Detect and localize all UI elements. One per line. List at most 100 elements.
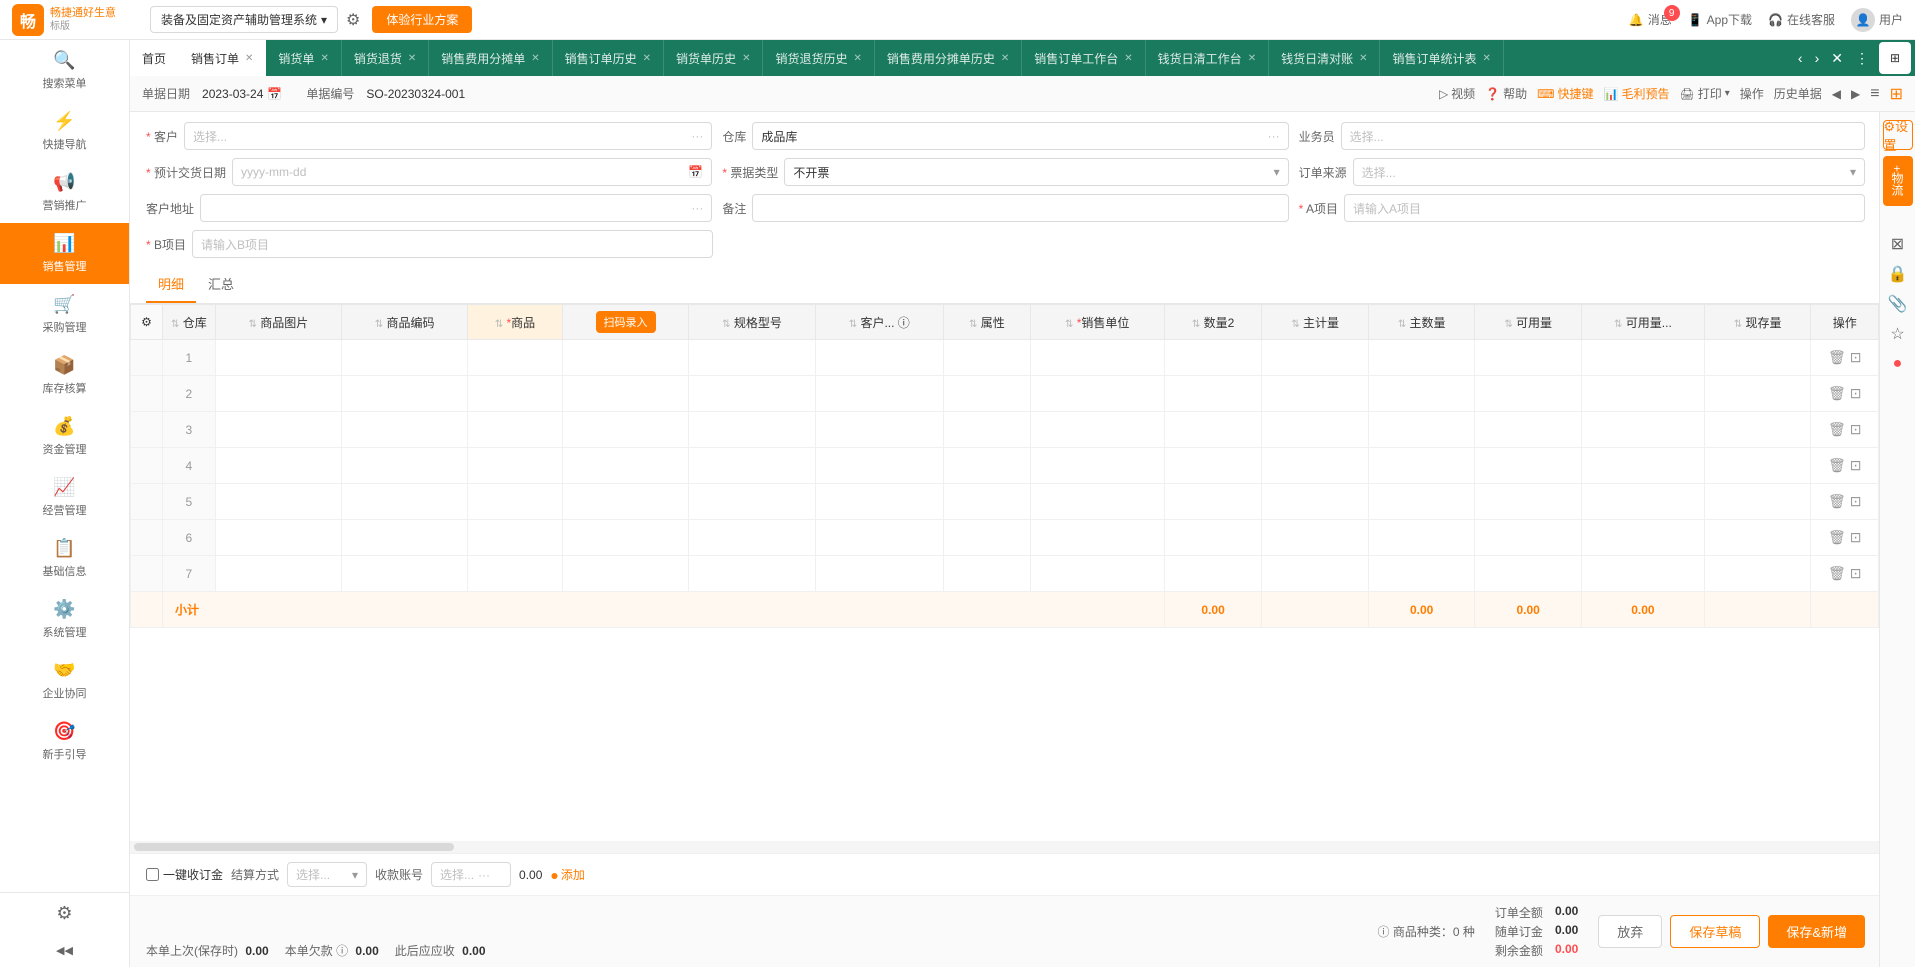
sidebar-item-资金管理[interactable]: 💰 资金管理 [0, 406, 129, 467]
cell-spec-6[interactable] [689, 520, 815, 556]
tab-close-2[interactable]: ✕ [320, 53, 328, 64]
warehouse-more-icon[interactable]: ··· [1268, 129, 1280, 143]
cell-unit-1[interactable] [1030, 340, 1164, 376]
tab-close-11[interactable]: ✕ [1359, 53, 1367, 64]
tab-close-1[interactable]: ✕ [245, 53, 253, 64]
sidebar-item-新手引导[interactable]: 🎯 新手引导 [0, 711, 129, 772]
cell-unit-7[interactable] [1030, 556, 1164, 592]
cell-goods-1[interactable] [562, 340, 689, 376]
cell-image-1[interactable] [341, 340, 467, 376]
discard-button[interactable]: 放弃 [1598, 915, 1662, 948]
cell-warehouse-1[interactable] [215, 340, 341, 376]
cell-available2-3[interactable] [1581, 412, 1704, 448]
cell-attr-6[interactable] [944, 520, 1031, 556]
tab-10[interactable]: 钱货日清工作台✕ [1146, 40, 1269, 76]
tab-2[interactable]: 销货单✕ [266, 40, 341, 76]
cell-goods-2[interactable] [562, 376, 689, 412]
cell-spec-2[interactable] [689, 376, 815, 412]
cell-image-2[interactable] [341, 376, 467, 412]
sidebar-item-搜索菜单[interactable]: 🔍 搜索菜单 [0, 40, 129, 101]
sidebar-item-采购管理[interactable]: 🛒 采购管理 [0, 284, 129, 345]
save-new-button[interactable]: 保存&新增 [1768, 915, 1865, 948]
cell-unit-5[interactable] [1030, 484, 1164, 520]
tab-next-btn[interactable]: › [1809, 50, 1826, 66]
user-area[interactable]: 👤 用户 [1851, 8, 1903, 32]
cell-qty2-6[interactable] [1164, 520, 1262, 556]
sidebar-item-企业协同[interactable]: 🤝 企业协同 [0, 650, 129, 711]
sidebar-item-系统管理[interactable]: ⚙️ 系统管理 [0, 589, 129, 650]
cell-warehouse-5[interactable] [215, 484, 341, 520]
sidebar-collapse-btn[interactable]: ◀◀ [0, 934, 129, 967]
cell-main-qty-6[interactable] [1368, 520, 1475, 556]
shortcut-link[interactable]: ⌨ 快捷键 [1537, 85, 1593, 102]
cell-available-7[interactable] [1475, 556, 1582, 592]
a-project-input[interactable]: 请输入A项目 [1344, 194, 1865, 222]
right-icon-2[interactable]: 🔒 [1886, 262, 1910, 286]
cell-code-3[interactable] [468, 412, 562, 448]
prev-btn[interactable]: ◀ [1832, 87, 1841, 101]
cell-main-unit-7[interactable] [1262, 556, 1369, 592]
address-more-icon[interactable]: ··· [691, 201, 703, 215]
tab-detail[interactable]: 明细 [146, 266, 196, 303]
tab-12[interactable]: 销售订单统计表✕ [1380, 40, 1503, 76]
cell-main-unit-6[interactable] [1262, 520, 1369, 556]
tab-close-12[interactable]: ✕ [1483, 53, 1491, 64]
grid-icon[interactable]: ⊞ [1890, 84, 1903, 104]
cell-goods-7[interactable] [562, 556, 689, 592]
cell-available2-5[interactable] [1581, 484, 1704, 520]
cell-available2-4[interactable] [1581, 448, 1704, 484]
tab-prev-btn[interactable]: ‹ [1792, 50, 1809, 66]
right-goods-btn[interactable]: +物流 [1883, 156, 1913, 206]
order-source-input[interactable]: 选择... ▾ [1353, 158, 1865, 186]
cell-main-unit-1[interactable] [1262, 340, 1369, 376]
checkout-select[interactable]: 选择... ▾ [287, 862, 367, 887]
cell-qty2-3[interactable] [1164, 412, 1262, 448]
cell-spec-7[interactable] [689, 556, 815, 592]
cell-main-qty-1[interactable] [1368, 340, 1475, 376]
cell-stock-5[interactable] [1704, 484, 1811, 520]
cell-stock-6[interactable] [1704, 520, 1811, 556]
address-input[interactable]: ··· [200, 194, 712, 222]
view-link[interactable]: ▷ 视频 [1439, 85, 1475, 102]
tab-close-btn[interactable]: ✕ [1825, 50, 1849, 67]
cell-image-6[interactable] [341, 520, 467, 556]
cell-warehouse-4[interactable] [215, 448, 341, 484]
cell-code-7[interactable] [468, 556, 562, 592]
right-settings-btn[interactable]: ⚙设置 [1883, 120, 1913, 150]
cell-available-2[interactable] [1475, 376, 1582, 412]
cell-customer-code-5[interactable] [815, 484, 943, 520]
help-link[interactable]: ❓ 帮助 [1485, 85, 1527, 102]
cell-available-1[interactable] [1475, 340, 1582, 376]
cell-available-3[interactable] [1475, 412, 1582, 448]
cell-code-2[interactable] [468, 376, 562, 412]
one-click-checkbox[interactable] [146, 868, 159, 881]
cell-qty2-4[interactable] [1164, 448, 1262, 484]
cell-image-4[interactable] [341, 448, 467, 484]
tab-close-4[interactable]: ✕ [531, 53, 539, 64]
print-link[interactable]: 🖨 打印 ▾ [1679, 85, 1729, 102]
tab-close-3[interactable]: ✕ [408, 53, 416, 64]
cell-stock-2[interactable] [1704, 376, 1811, 412]
tab-close-7[interactable]: ✕ [853, 53, 861, 64]
cell-goods-5[interactable] [562, 484, 689, 520]
account-more-icon[interactable]: ··· [478, 868, 490, 882]
cell-spec-5[interactable] [689, 484, 815, 520]
tab-close-9[interactable]: ✕ [1124, 53, 1132, 64]
cell-available-6[interactable] [1475, 520, 1582, 556]
tab-5[interactable]: 销售订单历史✕ [553, 40, 664, 76]
salesperson-input[interactable]: 选择... [1341, 122, 1865, 150]
sidebar-item-settings[interactable]: ⚙ [0, 893, 129, 934]
cell-customer-code-3[interactable] [815, 412, 943, 448]
cell-goods-6[interactable] [562, 520, 689, 556]
tab-3[interactable]: 销货退货✕ [342, 40, 429, 76]
cell-available2-7[interactable] [1581, 556, 1704, 592]
cell-attr-1[interactable] [944, 340, 1031, 376]
scan-button[interactable]: 扫码录入 [596, 311, 656, 333]
next-btn[interactable]: ▶ [1851, 87, 1860, 101]
cell-warehouse-3[interactable] [215, 412, 341, 448]
grid-view-btn[interactable]: ⊞ [1879, 42, 1911, 74]
tab-menu-icon[interactable]: ⋮ [1849, 50, 1875, 67]
copy-icon-6[interactable]: ⊡ [1850, 529, 1862, 546]
cell-main-qty-3[interactable] [1368, 412, 1475, 448]
operation-link[interactable]: 操作 [1740, 85, 1764, 102]
